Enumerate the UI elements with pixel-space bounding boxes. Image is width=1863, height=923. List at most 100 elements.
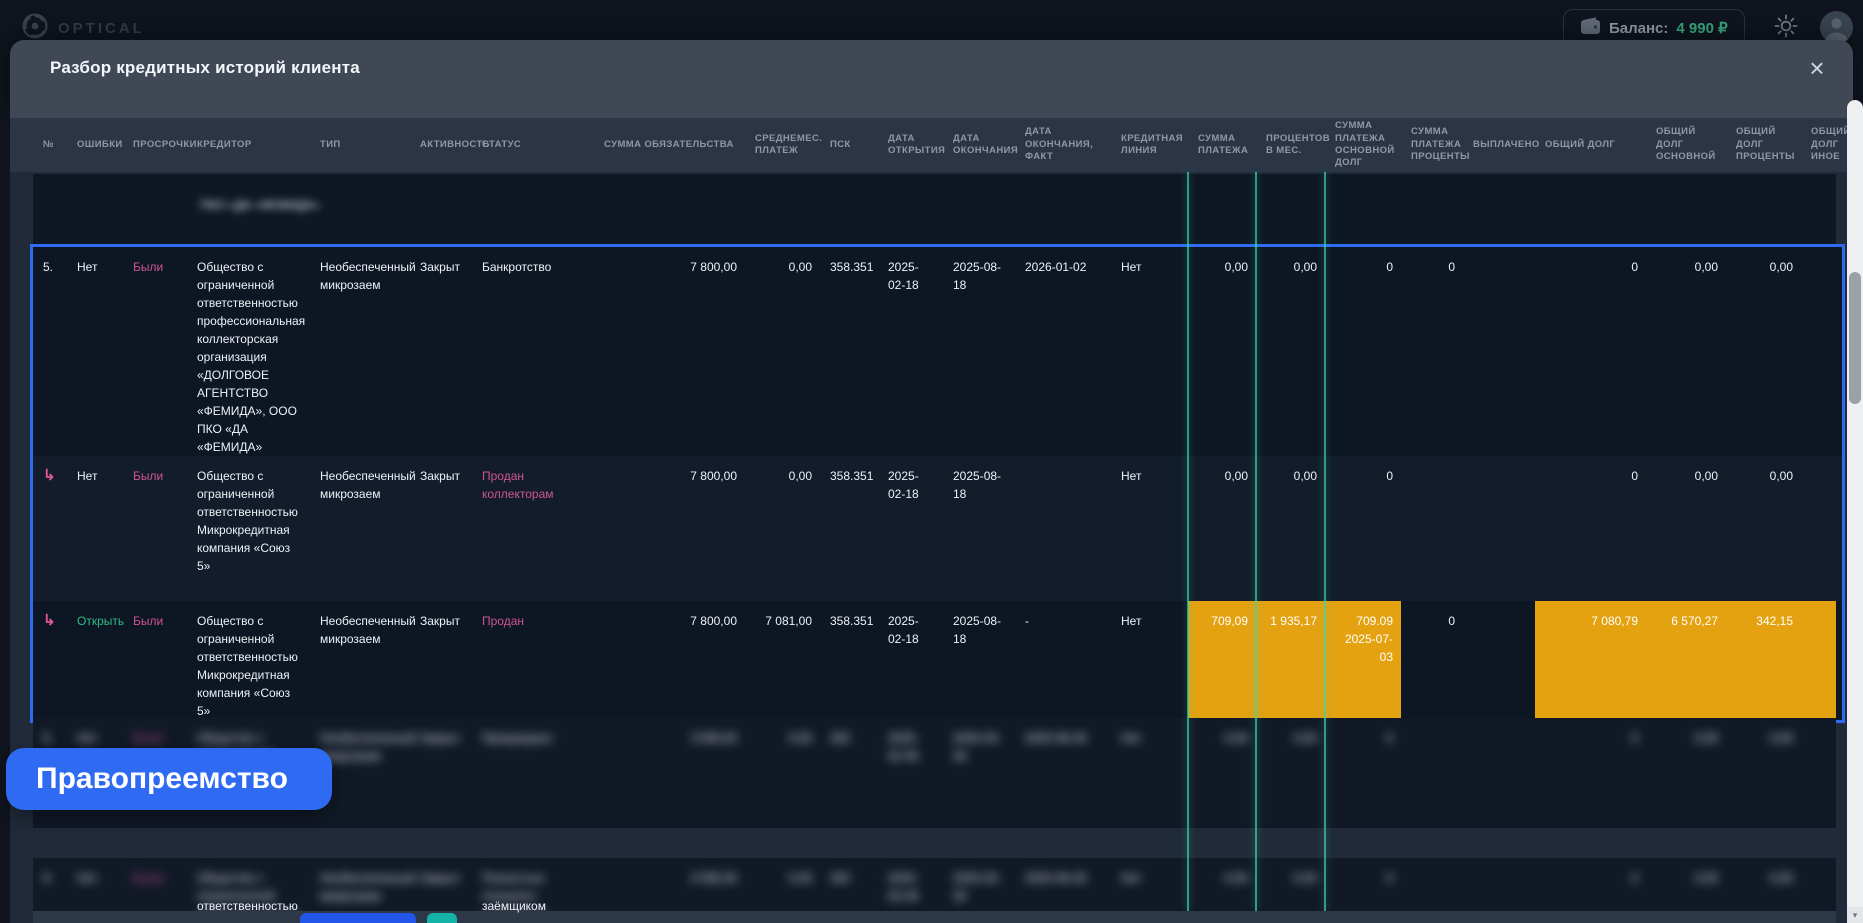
col-header-percent-month: ПРОЦЕНТОВ В МЕС. — [1266, 132, 1330, 156]
cell-activity: Закрыт — [420, 469, 460, 483]
cell-obligation-sum: 3 595,00 — [690, 731, 737, 745]
cell-avg-month-payment: 7 081,00 — [765, 614, 812, 628]
cell-open-date: 2025-02-05 — [888, 731, 919, 763]
col-header-end-date: ДАТА ОКОНЧАНИЯ — [953, 132, 1019, 156]
col-header-type: ТИП — [320, 138, 341, 150]
cell-type: Необеспеченный микрозаем — [320, 614, 416, 646]
table-header-row: № ОШИБКИ ПРОСРОЧКИ КРЕДИТОР ТИП АКТИВНОСТЬ СТА… — [33, 118, 1850, 172]
cell-num: ↳ — [43, 467, 56, 484]
cell-end-date: 2025-03-26 — [953, 731, 1002, 763]
cell-end-date-fact: - — [1025, 614, 1029, 628]
cell-status: Прекращено — [482, 731, 553, 745]
cell-activity: Закрыт — [420, 731, 460, 745]
vertical-scrollbar-thumb[interactable] — [1849, 272, 1861, 404]
cell-end-date-fact — [1015, 456, 1111, 601]
cell-overdues: Были — [133, 469, 164, 483]
col-header-payment-sum: СУММА ПЛАТЕЖА — [1198, 132, 1249, 156]
cell-total-debt: 7 080,79 — [1535, 601, 1646, 720]
cell-payment-interest — [1401, 456, 1463, 601]
cell-num: 5. — [43, 260, 54, 274]
cell-psk: 358.351 — [830, 260, 874, 274]
cell-payment-sum: 0,00 — [1224, 260, 1248, 274]
cell-total-debt: 0 — [1631, 260, 1638, 274]
col-header-psk: ПСК — [830, 138, 851, 150]
bottom-row-status-fragment: заёмщиком — [482, 899, 546, 913]
col-header-paid: ВЫПЛАЧЕНО — [1473, 138, 1540, 150]
cell-payment-principal: 709.09 2025-07-03 — [1325, 601, 1401, 720]
succession-tooltip: Правопреемство — [6, 748, 332, 810]
cell-obligation-sum: 7 800,00 — [690, 260, 737, 274]
balance-label: Баланс: — [1609, 19, 1669, 37]
cell-type: Необеспеченный микрозаем — [320, 469, 416, 501]
cell-total-debt-interest: 0,00 — [1769, 469, 1793, 483]
cell-credit-line: Нет — [1121, 260, 1142, 274]
cell-end-date: 2025-08-18 — [953, 469, 1002, 501]
col-header-num: № — [43, 138, 54, 150]
col-header-total-debt: ОБЩИЙ ДОЛГ — [1545, 138, 1616, 150]
col-header-avg-month-payment: СРЕДНЕМЕС. ПЛАТЕЖ — [755, 132, 823, 156]
cell-percent-month: 0,00 — [1293, 731, 1317, 745]
cell-creditor: Общество с ограниченной ответственностью… — [197, 469, 298, 573]
cell-total-debt-principal: 0,00 — [1694, 260, 1718, 274]
cell-paid — [1463, 718, 1535, 783]
cell-payment-interest — [1401, 718, 1463, 783]
cell-total-debt-principal: 0,00 — [1694, 469, 1718, 483]
col-header-creditor: КРЕДИТОР — [197, 138, 252, 150]
cell-total-debt-other — [1801, 247, 1836, 456]
modal-title: Разбор кредитных историй клиента — [50, 58, 360, 77]
cell-total-debt: 0 — [1631, 469, 1638, 483]
cell-psk: 358.351 — [830, 614, 874, 628]
cell-end-date: 2025-08-18 — [953, 260, 1002, 292]
wallet-icon — [1580, 17, 1601, 40]
cell-payment-principal: 0 — [1386, 260, 1393, 274]
column-guide-line — [1187, 172, 1189, 911]
cell-payment-principal: 0 — [1386, 469, 1393, 483]
cell-credit-line: Нет — [1121, 731, 1142, 745]
cell-status: Банкротство — [482, 260, 552, 274]
cell-credit-line: Нет — [1121, 614, 1142, 628]
cell-status: Продан — [482, 614, 525, 628]
theme-toggle-sun-icon[interactable] — [1773, 13, 1799, 39]
column-guide-line — [1255, 172, 1257, 911]
cell-total-debt-other — [1801, 601, 1836, 720]
close-icon[interactable]: × — [1802, 54, 1832, 84]
cell-type: Необеспеченный микрозаем — [320, 260, 416, 292]
cell-num: ↳ — [43, 612, 56, 629]
cell-percent-month: 1 935,17 — [1256, 601, 1325, 720]
cell-activity: Закрыт — [420, 614, 460, 628]
cell-psk: 358.351 — [830, 469, 874, 483]
col-header-total-debt-interest: ОБЩИЙ ДОЛГ ПРОЦЕНТЫ — [1736, 126, 1795, 163]
table-row-partial-blurred: ПКО «ДА «ФЕМИДА» — [33, 174, 1836, 244]
logo-text: OPTICAL — [58, 20, 145, 37]
cell-obligation-sum: 7 800,00 — [690, 469, 737, 483]
cell-total-debt-principal: 6 570,27 — [1646, 601, 1726, 720]
cell-total-debt-interest: 0,00 — [1769, 731, 1793, 745]
table-row: ↳ Нет Были Общество с ограниченной ответств… — [33, 456, 1842, 601]
col-header-overdues: ПРОСРОЧКИ — [133, 138, 197, 150]
bottom-blue-button-partial[interactable] — [300, 913, 416, 923]
topbar: OPTICAL Баланс: 4 990 ₽ — [0, 0, 1863, 47]
cell-paid — [1463, 601, 1535, 720]
cell-avg-month-payment: 0,00 — [788, 260, 812, 274]
bottom-teal-button-partial[interactable] — [427, 913, 457, 923]
cell-errors: Нет — [77, 260, 98, 274]
cell-total-debt-other — [1801, 718, 1836, 783]
scrollbar-corner[interactable]: ▾ — [1847, 907, 1863, 923]
col-header-payment-interest: СУММА ПЛАТЕЖА ПРОЦЕНТЫ — [1411, 126, 1470, 163]
cell-payment-sum: 709,09 — [1188, 601, 1256, 720]
cell-end-date-fact: 2025-06-26 — [1025, 731, 1087, 745]
vertical-scrollbar-track[interactable] — [1847, 100, 1863, 923]
col-header-activity: АКТИВНОСТЬ — [420, 138, 490, 150]
cell-payment-sum: 0,00 — [1224, 469, 1248, 483]
balance-value: 4 990 ₽ — [1676, 20, 1728, 37]
cell-percent-month: 0,00 — [1293, 260, 1317, 274]
cell-overdues: Были — [133, 614, 164, 628]
cell-errors[interactable]: Открыть — [67, 601, 124, 720]
col-header-open-date: ДАТА ОТКРЫТИЯ — [888, 132, 946, 156]
col-header-total-debt-principal: ОБЩИЙ ДОЛГ ОСНОВНОЙ — [1656, 126, 1716, 163]
cell-total-debt-interest: 342,15 — [1726, 601, 1801, 720]
cell-creditor: Общество с ограниченной ответственностью… — [197, 260, 306, 454]
cell-errors: Нет — [77, 469, 98, 483]
succession-group: 5. Нет Были Общество с ограниченной ответст… — [30, 244, 1845, 723]
modal-header — [10, 40, 1853, 118]
